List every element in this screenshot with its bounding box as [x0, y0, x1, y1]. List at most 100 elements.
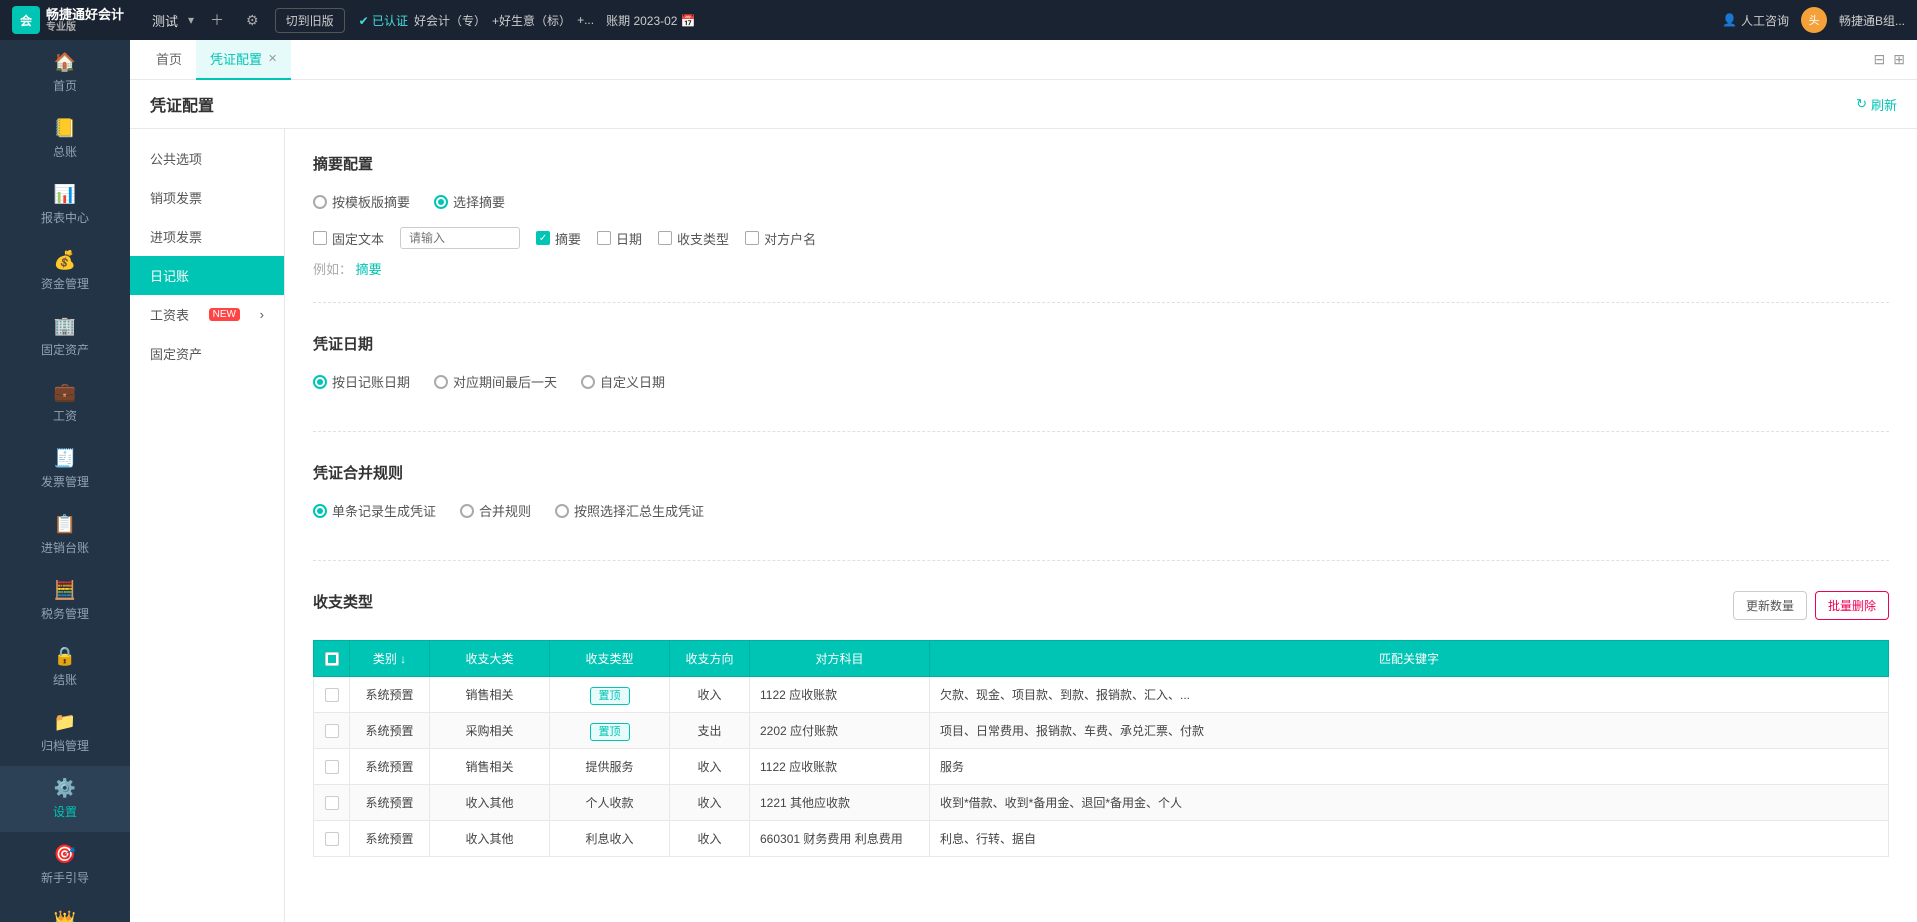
- add-btn[interactable]: ＋: [204, 8, 230, 32]
- row-keyword-3: 收到*借款、收到*备用金、退回*备用金、个人: [930, 785, 1889, 821]
- left-nav-journal[interactable]: 日记账: [130, 256, 284, 295]
- checkbox-type[interactable]: 收支类型: [658, 229, 729, 248]
- user-name[interactable]: 畅捷通B组...: [1839, 12, 1905, 29]
- checkbox-counterparty[interactable]: 对方户名: [745, 229, 816, 248]
- sidebar-item-member[interactable]: 👑 畅会员: [0, 898, 130, 922]
- radio-journal-date[interactable]: 按日记账日期: [313, 372, 410, 391]
- sidebar-item-guide[interactable]: 🎯 新手引导: [0, 832, 130, 898]
- invoice-icon: 🧾: [54, 448, 76, 469]
- salary-icon: 💼: [54, 382, 76, 403]
- th-major: 收支大类: [430, 641, 550, 677]
- summary-radio-group: 按模板版摘要 选择摘要: [313, 192, 1889, 211]
- radio-journal-date-dot: [313, 375, 327, 389]
- user-avatar: 头: [1801, 7, 1827, 33]
- content-area: 首页 凭证配置 ✕ ⊟ ⊞ 凭证配置 ↻ 刷新 公共选项: [130, 40, 1917, 922]
- sidebar-label-guide: 新手引导: [41, 869, 89, 886]
- sidebar-item-settings[interactable]: ⚙️ 设置: [0, 766, 130, 832]
- th-direction: 收支方向: [670, 641, 750, 677]
- type-tag-1[interactable]: 置顶: [590, 723, 630, 741]
- row-category-3: 系统预置: [350, 785, 430, 821]
- tab-maximize-btn[interactable]: ⊞: [1893, 51, 1905, 68]
- table-row: 系统预置 销售相关 提供服务 收入 1122 应收账款 服务: [314, 749, 1889, 785]
- sidebar-label-reports: 报表中心: [41, 209, 89, 226]
- sidebar-label-close: 结账: [53, 671, 77, 688]
- sidebar-item-assets[interactable]: 🏢 固定资产: [0, 304, 130, 370]
- left-nav-purchase-invoice[interactable]: 进项发票: [130, 217, 284, 256]
- checkbox-date-box: [597, 231, 611, 245]
- sidebar: 🏠 首页 📒 总账 📊 报表中心 💰 资金管理 🏢 固定资产 💼 工资 🧾 发票…: [0, 40, 130, 922]
- table-body: 系统预置 销售相关 置顶 收入 1122 应收账款 欠款、现金、项目款、到款、报…: [314, 677, 1889, 857]
- sidebar-item-reports[interactable]: 📊 报表中心: [0, 172, 130, 238]
- row-type-4: 利息收入: [550, 821, 670, 857]
- left-nav: 公共选项 销项发票 进项发票 日记账 工资表 NEW › 固定资产: [130, 129, 285, 922]
- close-icon: 🔒: [54, 646, 76, 667]
- tab-home[interactable]: 首页: [142, 40, 196, 80]
- refresh-button[interactable]: ↻ 刷新: [1856, 95, 1897, 114]
- type-tag-0[interactable]: 置顶: [590, 687, 630, 705]
- checkbox-fixed-text[interactable]: 固定文本: [313, 229, 384, 248]
- row-direction-0: 收入: [670, 677, 750, 713]
- left-nav-fixed-assets[interactable]: 固定资产: [130, 334, 284, 373]
- settings-btn[interactable]: ⚙: [240, 10, 265, 31]
- sidebar-item-purchase[interactable]: 📋 进销台账: [0, 502, 130, 568]
- select-all-checkbox[interactable]: [325, 652, 339, 666]
- sidebar-item-salary[interactable]: 💼 工资: [0, 370, 130, 436]
- th-account: 对方科目: [750, 641, 930, 677]
- update-count-button[interactable]: 更新数量: [1733, 591, 1807, 620]
- archive-icon: 📁: [54, 712, 76, 733]
- funds-icon: 💰: [54, 250, 76, 271]
- refresh-icon: ↻: [1856, 96, 1867, 112]
- row-checkbox-0[interactable]: [314, 677, 350, 713]
- row-major-2: 销售相关: [430, 749, 550, 785]
- radio-custom-date[interactable]: 自定义日期: [581, 372, 665, 391]
- radio-single[interactable]: 单条记录生成凭证: [313, 501, 436, 520]
- radio-select-total[interactable]: 按照选择汇总生成凭证: [555, 501, 704, 520]
- left-nav-public[interactable]: 公共选项: [130, 139, 284, 178]
- row-checkbox-1[interactable]: [314, 713, 350, 749]
- radio-period-last[interactable]: 对应期间最后一天: [434, 372, 557, 391]
- sidebar-label-archive: 归档管理: [41, 737, 89, 754]
- sidebar-label-ledger: 总账: [53, 143, 77, 160]
- tab-voucher-config[interactable]: 凭证配置 ✕: [196, 40, 291, 80]
- company-dropdown[interactable]: ▾: [188, 13, 194, 27]
- right-tools: 👤 人工咨询 头 畅捷通B组...: [1722, 7, 1905, 33]
- old-version-button[interactable]: 切到旧版: [275, 8, 345, 33]
- sidebar-label-invoice: 发票管理: [41, 473, 89, 490]
- batch-delete-button[interactable]: 批量删除: [1815, 591, 1889, 620]
- sidebar-item-archive[interactable]: 📁 归档管理: [0, 700, 130, 766]
- sidebar-item-home[interactable]: 🏠 首页: [0, 40, 130, 106]
- tab-minimize-btn[interactable]: ⊟: [1874, 51, 1886, 68]
- row-direction-1: 支出: [670, 713, 750, 749]
- sidebar-item-invoice[interactable]: 🧾 发票管理: [0, 436, 130, 502]
- table-row: 系统预置 收入其他 利息收入 收入 660301 财务费用 利息费用 利息、行转…: [314, 821, 1889, 857]
- checkbox-date[interactable]: 日期: [597, 229, 642, 248]
- left-nav-salary-table[interactable]: 工资表 NEW ›: [130, 295, 284, 334]
- voucher-date-section: 凭证日期 按日记账日期 对应期间最后一天 自定义日期: [313, 333, 1889, 432]
- assets-icon: 🏢: [54, 316, 76, 337]
- radio-select[interactable]: 选择摘要: [434, 192, 505, 211]
- checkbox-summary[interactable]: ✓ 摘要: [536, 229, 581, 248]
- sidebar-item-funds[interactable]: 💰 资金管理: [0, 238, 130, 304]
- sidebar-item-tax[interactable]: 🧮 税务管理: [0, 568, 130, 634]
- support-btn[interactable]: 👤 人工咨询: [1722, 12, 1789, 29]
- row-major-3: 收入其他: [430, 785, 550, 821]
- product-tag-more: +...: [577, 13, 594, 27]
- right-content: 摘要配置 按模板版摘要 选择摘要: [285, 129, 1917, 922]
- row-account-4: 660301 财务费用 利息费用: [750, 821, 930, 857]
- row-keyword-1: 项目、日常费用、报销款、车费、承兑汇票、付款: [930, 713, 1889, 749]
- left-nav-sales-invoice[interactable]: 销项发票: [130, 178, 284, 217]
- sidebar-item-ledger[interactable]: 📒 总账: [0, 106, 130, 172]
- row-direction-4: 收入: [670, 821, 750, 857]
- row-checkbox-3[interactable]: [314, 785, 350, 821]
- tab-close-voucher[interactable]: ✕: [268, 52, 277, 65]
- table-header-row: 类别 ↓ 收支大类 收支类型 收支方向 对方科目 匹配关键字: [314, 641, 1889, 677]
- row-keyword-0: 欠款、现金、项目款、到款、报销款、汇入、...: [930, 677, 1889, 713]
- row-checkbox-4[interactable]: [314, 821, 350, 857]
- fixed-text-input[interactable]: [400, 227, 520, 249]
- radio-merge[interactable]: 合并规则: [460, 501, 531, 520]
- row-checkbox-2[interactable]: [314, 749, 350, 785]
- merge-rules-radio-group: 单条记录生成凭证 合并规则 按照选择汇总生成凭证: [313, 501, 1889, 520]
- sidebar-item-close[interactable]: 🔒 结账: [0, 634, 130, 700]
- radio-template[interactable]: 按模板版摘要: [313, 192, 410, 211]
- radio-custom-date-dot: [581, 375, 595, 389]
